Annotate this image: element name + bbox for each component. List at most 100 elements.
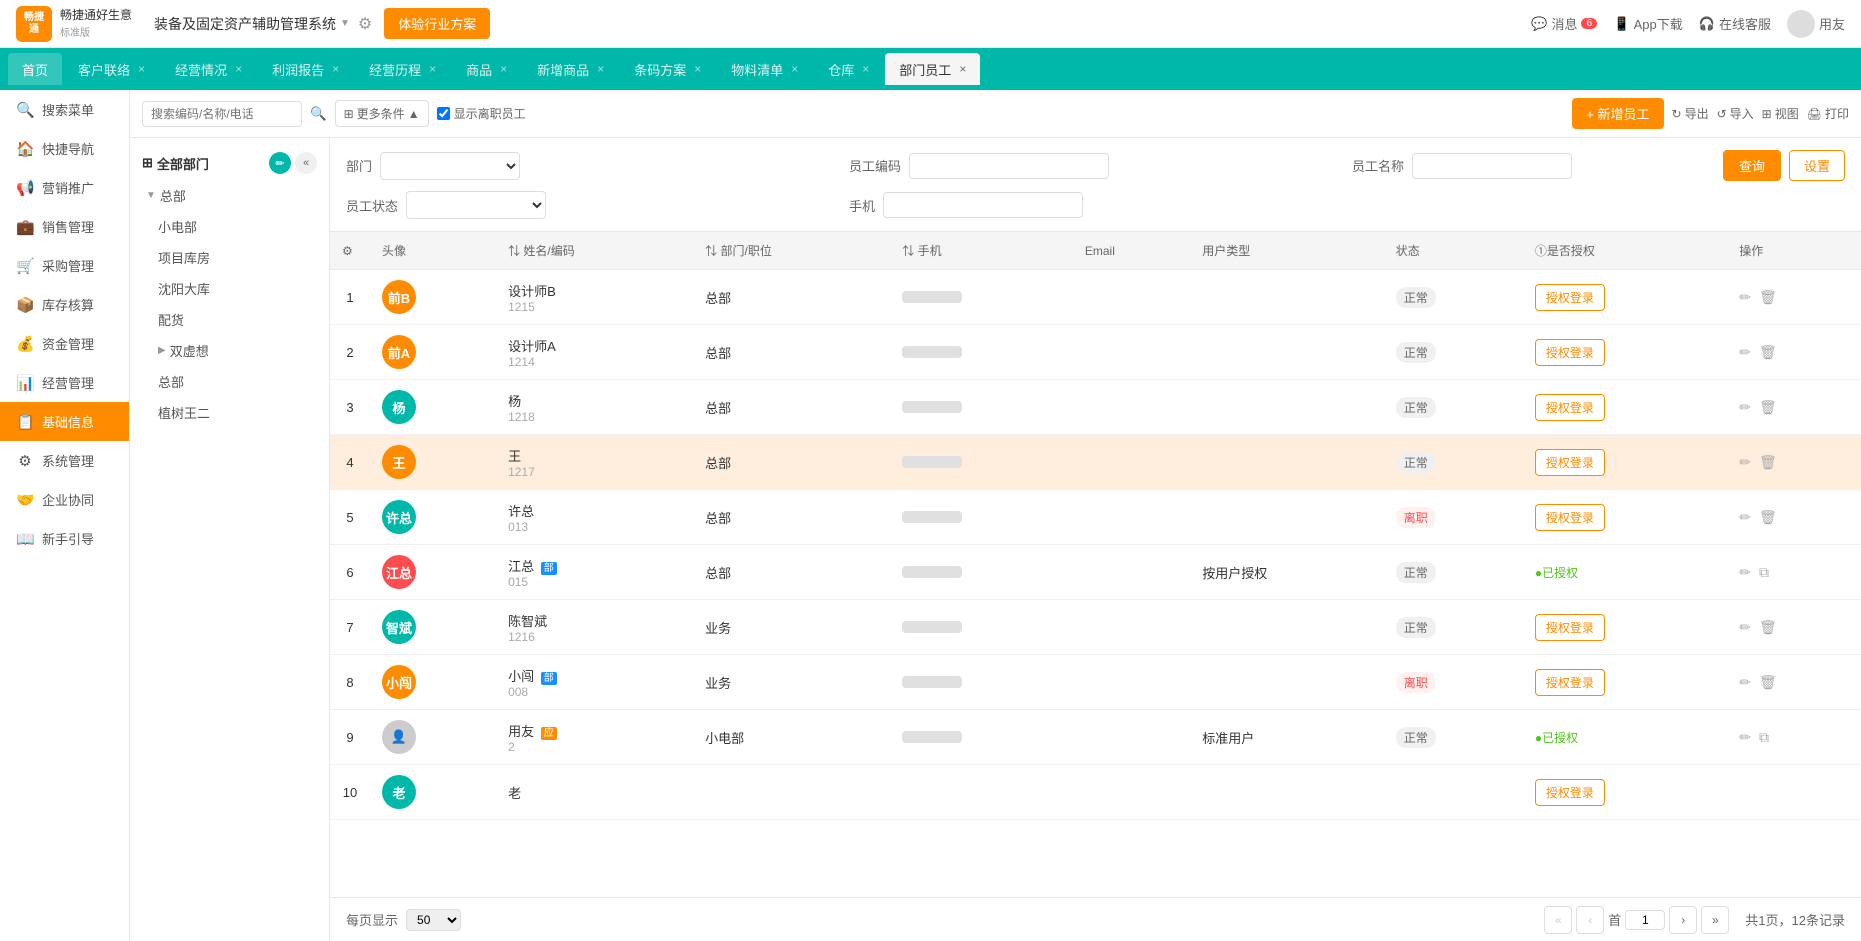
dept-item-shenyang[interactable]: 沈阳大库 xyxy=(130,273,329,304)
next-page-btn[interactable]: › xyxy=(1669,906,1697,934)
delete-icon[interactable]: 🗑 xyxy=(1759,674,1777,691)
delete-icon[interactable]: 🗑 xyxy=(1759,399,1777,416)
nav-tab-goods[interactable]: 商品 × xyxy=(452,53,521,85)
settings-button[interactable]: 设置 xyxy=(1789,150,1845,181)
nav-tab-barcode-close[interactable]: × xyxy=(694,62,701,76)
filter-status-select[interactable] xyxy=(406,191,546,219)
nav-tab-profit-close[interactable]: × xyxy=(332,62,339,76)
system-title-area[interactable]: 装备及固定资产辅助管理系统 ▼ xyxy=(146,14,350,34)
first-page-btn[interactable]: « xyxy=(1544,906,1572,934)
edit-icon[interactable]: ✏ xyxy=(1739,619,1751,636)
page-size-select[interactable]: 50 20 100 xyxy=(406,909,461,931)
nav-tab-barcode[interactable]: 条码方案 × xyxy=(620,53,715,85)
nav-tab-add-goods-close[interactable]: × xyxy=(597,62,604,76)
message-action[interactable]: 💬 消息 6 xyxy=(1531,14,1597,33)
sidebar-item-basic[interactable]: 📋 基础信息 xyxy=(0,402,129,441)
filter-empname-input[interactable] xyxy=(1412,153,1572,179)
nav-tab-home[interactable]: 首页 xyxy=(8,53,62,85)
page-input[interactable] xyxy=(1625,910,1665,930)
view-button[interactable]: ⊞ 视图 xyxy=(1762,105,1799,122)
edit-icon[interactable]: ✏ xyxy=(1739,399,1751,416)
show-resigned-checkbox[interactable] xyxy=(437,107,450,120)
delete-icon[interactable]: 🗑 xyxy=(1759,454,1777,471)
sidebar-item-sales[interactable]: 💼 销售管理 xyxy=(0,207,129,246)
sidebar-item-system[interactable]: ⚙ 系统管理 xyxy=(0,441,129,480)
nav-tab-employees-close[interactable]: × xyxy=(959,62,966,76)
edit-icon[interactable]: ✏ xyxy=(1739,289,1751,306)
col-phone[interactable]: ⇅ 手机 xyxy=(890,232,1073,270)
filter-dept-select[interactable] xyxy=(380,152,520,180)
nav-tab-operations-close[interactable]: × xyxy=(235,62,242,76)
nav-tab-history-close[interactable]: × xyxy=(429,62,436,76)
trial-button[interactable]: 体验行业方案 xyxy=(384,8,490,39)
show-resigned-checkbox-label[interactable]: 显示离职员工 xyxy=(437,105,526,122)
col-name[interactable]: ⇅ 姓名/编码 xyxy=(496,232,693,270)
print-button[interactable]: 🖨 打印 xyxy=(1807,105,1849,122)
filter-phone-input[interactable] xyxy=(883,192,1083,218)
sidebar-item-purchase[interactable]: 🛒 采购管理 xyxy=(0,246,129,285)
more-filter-button[interactable]: ⊞ 更多条件 ▲ xyxy=(335,100,429,127)
auth-button[interactable]: 授权登录 xyxy=(1535,779,1605,806)
col-dept[interactable]: ⇅ 部门/职位 xyxy=(693,232,890,270)
dept-item-zhishu[interactable]: 植树王二 xyxy=(130,397,329,428)
nav-tab-employees[interactable]: 部门员工 × xyxy=(885,53,980,85)
copy-icon[interactable]: ⧉ xyxy=(1759,564,1769,581)
sidebar-item-search[interactable]: 🔍 搜索菜单 xyxy=(0,90,129,129)
dept-item-xiangmu[interactable]: 项目库房 xyxy=(130,242,329,273)
dept-item-shuangxu[interactable]: ▶ 双虚想 xyxy=(130,335,329,366)
edit-icon[interactable]: ✏ xyxy=(1739,564,1751,581)
auth-button[interactable]: 授权登录 xyxy=(1535,669,1605,696)
delete-icon[interactable]: 🗑 xyxy=(1759,344,1777,361)
sidebar-item-cooperation[interactable]: 🤝 企业协同 xyxy=(0,480,129,519)
edit-icon[interactable]: ✏ xyxy=(1739,509,1751,526)
search-button[interactable]: 🔍 xyxy=(310,106,327,122)
query-button[interactable]: 查询 xyxy=(1723,150,1781,181)
sidebar-item-guide[interactable]: 📖 新手引导 xyxy=(0,519,129,558)
nav-tab-goods-close[interactable]: × xyxy=(500,62,507,76)
edit-icon[interactable]: ✏ xyxy=(1739,729,1751,746)
prev-page-btn[interactable]: ‹ xyxy=(1576,906,1604,934)
auth-button[interactable]: 授权登录 xyxy=(1535,394,1605,421)
nav-tab-bom[interactable]: 物料清单 × xyxy=(717,53,812,85)
auth-button[interactable]: 授权登录 xyxy=(1535,339,1605,366)
copy-icon[interactable]: ⧉ xyxy=(1759,729,1769,746)
nav-tab-profit[interactable]: 利润报告 × xyxy=(258,53,353,85)
auth-button[interactable]: 授权登录 xyxy=(1535,449,1605,476)
auth-button[interactable]: 授权登录 xyxy=(1535,504,1605,531)
nav-tab-add-goods[interactable]: 新增商品 × xyxy=(523,53,618,85)
nav-tab-customers[interactable]: 客户联络 × xyxy=(64,53,159,85)
nav-tab-operations[interactable]: 经营情况 × xyxy=(161,53,256,85)
gear-area[interactable]: ⚙ xyxy=(358,14,372,34)
app-download-action[interactable]: 📱 App下载 xyxy=(1613,14,1682,33)
dept-edit-btn[interactable]: ✏ xyxy=(269,152,291,174)
nav-tab-warehouse[interactable]: 仓库 × xyxy=(814,53,883,85)
dept-collapse-btn[interactable]: « xyxy=(295,152,317,174)
import-button[interactable]: ↺ 导入 xyxy=(1717,105,1754,122)
dept-item-zongbu[interactable]: ▼ 总部 xyxy=(130,180,329,211)
edit-icon[interactable]: ✏ xyxy=(1739,674,1751,691)
nav-tab-customers-close[interactable]: × xyxy=(138,62,145,76)
search-input[interactable] xyxy=(142,101,302,127)
filter-empcode-input[interactable] xyxy=(909,153,1109,179)
sidebar-item-inventory[interactable]: 📦 库存核算 xyxy=(0,285,129,324)
nav-tab-history[interactable]: 经营历程 × xyxy=(355,53,450,85)
export-button[interactable]: ↻ 导出 xyxy=(1672,105,1709,122)
auth-button[interactable]: 授权登录 xyxy=(1535,614,1605,641)
online-service-action[interactable]: 🎧 在线客服 xyxy=(1699,14,1771,33)
delete-icon[interactable]: 🗑 xyxy=(1759,509,1777,526)
sidebar-item-ops[interactable]: 📊 经营管理 xyxy=(0,363,129,402)
col-settings[interactable]: ⚙ xyxy=(330,232,370,270)
dept-item-xiaodian[interactable]: 小电部 xyxy=(130,211,329,242)
add-employee-button[interactable]: + 新增员工 xyxy=(1572,98,1663,129)
nav-tab-bom-close[interactable]: × xyxy=(791,62,798,76)
last-page-btn[interactable]: » xyxy=(1701,906,1729,934)
delete-icon[interactable]: 🗑 xyxy=(1759,619,1777,636)
sidebar-item-marketing[interactable]: 📢 营销推广 xyxy=(0,168,129,207)
auth-button[interactable]: 授权登录 xyxy=(1535,284,1605,311)
nav-tab-warehouse-close[interactable]: × xyxy=(862,62,869,76)
sidebar-item-finance[interactable]: 💰 资金管理 xyxy=(0,324,129,363)
edit-icon[interactable]: ✏ xyxy=(1739,454,1751,471)
dept-item-peihuo[interactable]: 配货 xyxy=(130,304,329,335)
edit-icon[interactable]: ✏ xyxy=(1739,344,1751,361)
delete-icon[interactable]: 🗑 xyxy=(1759,289,1777,306)
